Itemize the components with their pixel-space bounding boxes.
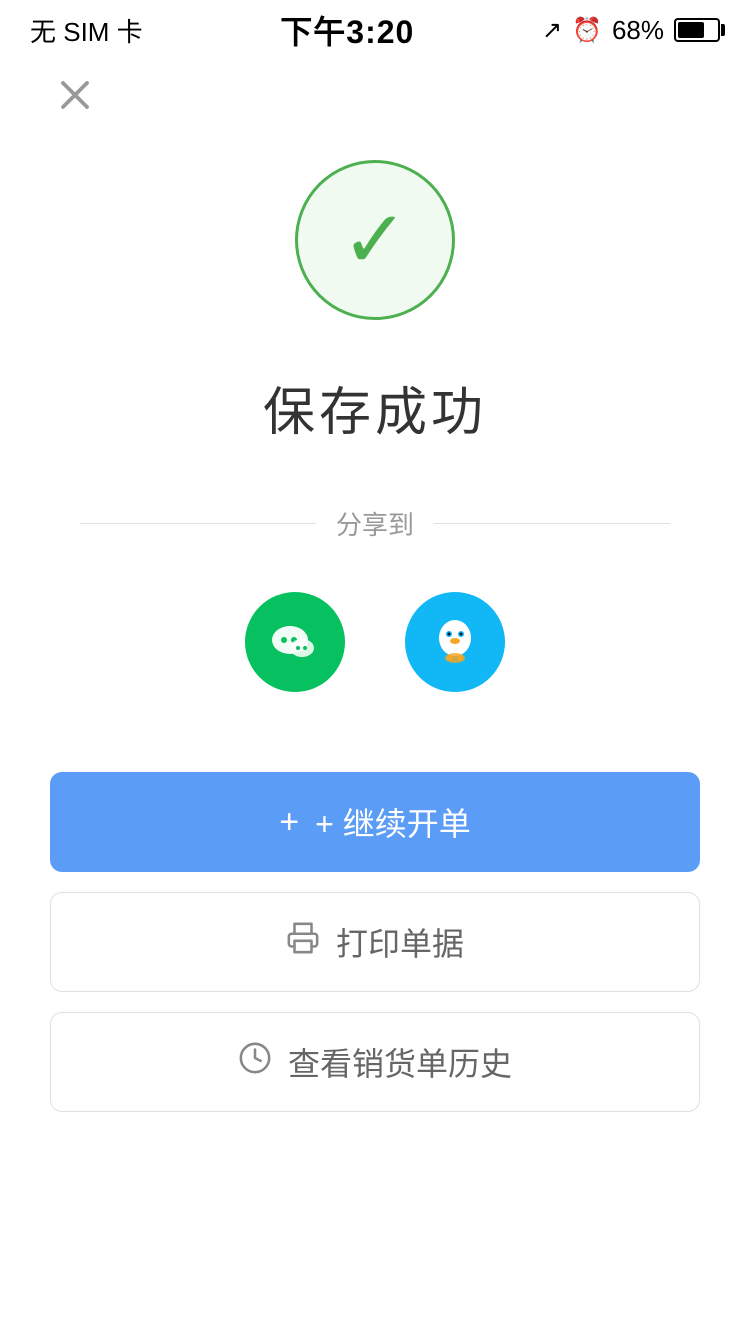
- close-button[interactable]: [50, 70, 100, 120]
- share-icons-container: [245, 592, 505, 692]
- buttons-section: + + 继续开单 打印单据 查看销货单历史: [0, 772, 750, 1112]
- main-content: ✓ 保存成功 分享到: [0, 60, 750, 1112]
- time-display: 下午3:20: [280, 7, 414, 53]
- status-left: 无 SIM 卡: [30, 12, 153, 49]
- share-label: 分享到: [316, 505, 434, 542]
- checkmark-icon: ✓: [341, 200, 408, 280]
- status-bar: 无 SIM 卡 下午3:20 ↗ ⏰ 68%: [0, 0, 750, 60]
- share-divider: 分享到: [0, 505, 750, 542]
- printer-icon: [286, 921, 320, 963]
- history-button-label: 查看销货单历史: [288, 1039, 512, 1085]
- wechat-share-button[interactable]: [245, 592, 345, 692]
- alarm-icon: ⏰: [572, 16, 602, 45]
- plus-icon: +: [279, 803, 299, 842]
- carrier-text: 无 SIM 卡: [30, 12, 143, 49]
- continue-button[interactable]: + + 继续开单: [50, 772, 700, 872]
- divider-left: [80, 523, 316, 524]
- qq-share-button[interactable]: [405, 592, 505, 692]
- print-button[interactable]: 打印单据: [50, 892, 700, 992]
- clock-icon: [238, 1041, 272, 1083]
- battery-icon: [674, 18, 720, 42]
- success-title: 保存成功: [263, 370, 487, 445]
- divider-right: [434, 523, 670, 524]
- battery-text: 68%: [612, 15, 664, 46]
- history-button[interactable]: 查看销货单历史: [50, 1012, 700, 1112]
- status-right: ↗ ⏰ 68%: [542, 15, 720, 46]
- location-icon: ↗: [542, 16, 562, 45]
- battery-fill: [678, 22, 704, 38]
- continue-button-label: + 继续开单: [315, 799, 471, 845]
- success-circle: ✓: [295, 160, 455, 320]
- print-button-label: 打印单据: [336, 919, 464, 965]
